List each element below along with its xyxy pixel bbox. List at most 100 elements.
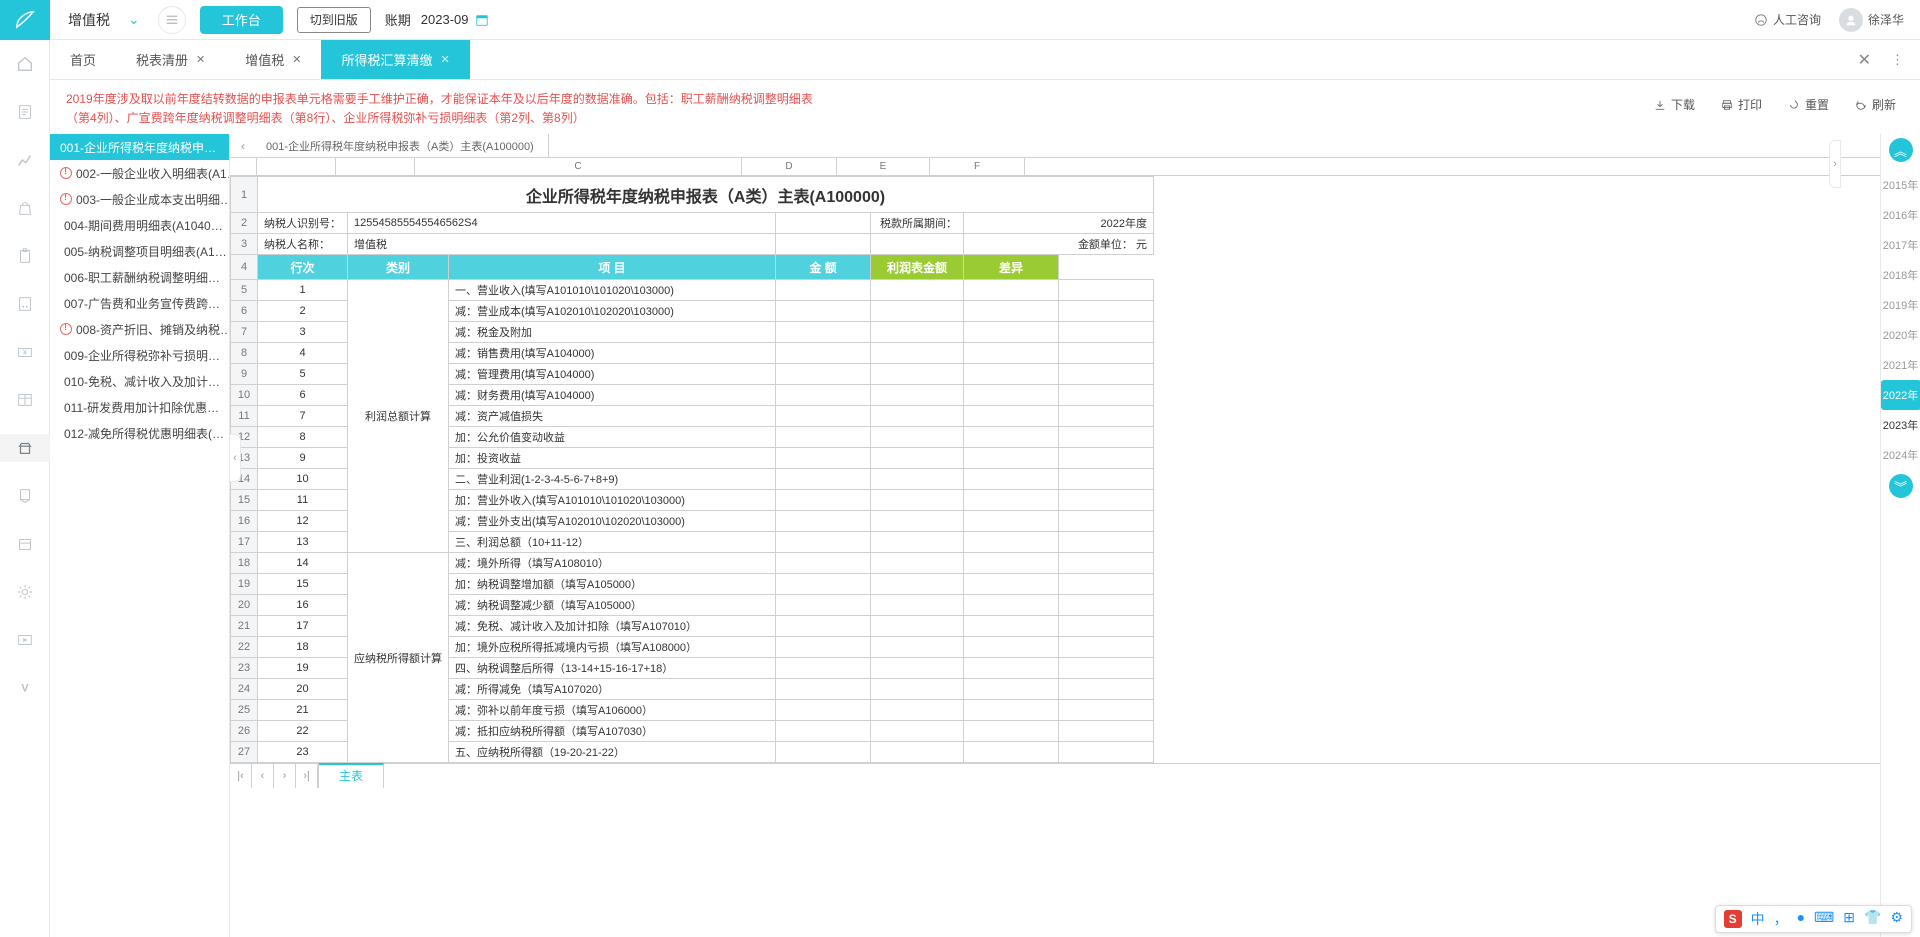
cell[interactable] [1059, 595, 1154, 616]
cell[interactable]: 加：营业外收入(填写A101010\101020\103000) [449, 490, 776, 511]
cell[interactable]: 3 [231, 234, 258, 255]
cell[interactable]: 8 [231, 343, 258, 364]
tab-2[interactable]: 增值税✕ [225, 40, 321, 79]
cell[interactable]: 利润表金额 [871, 255, 964, 280]
cell[interactable]: 10 [258, 469, 348, 490]
cell[interactable]: 减：弥补以前年度亏损（填写A106000） [449, 700, 776, 721]
cell[interactable]: 1 [258, 280, 348, 301]
nav-money-icon[interactable]: ¥ [0, 338, 50, 366]
cell[interactable]: 2 [258, 301, 348, 322]
cell[interactable]: 27 [231, 742, 258, 763]
ime-item[interactable]: ， [1774, 909, 1788, 929]
cell[interactable] [1059, 490, 1154, 511]
cell[interactable] [964, 343, 1059, 364]
cell[interactable] [871, 700, 964, 721]
refresh-button[interactable]: 刷新 [1855, 96, 1896, 113]
cell[interactable] [776, 301, 871, 322]
nav-tax-icon[interactable] [0, 434, 50, 462]
cell[interactable]: 2022年度 [964, 213, 1154, 234]
cell[interactable]: 10 [231, 385, 258, 406]
cell[interactable]: 22 [231, 637, 258, 658]
ime-item[interactable]: ● [1797, 909, 1805, 929]
cell[interactable]: 增值税 [348, 234, 776, 255]
cell[interactable] [776, 469, 871, 490]
close-icon[interactable]: ✕ [441, 53, 450, 66]
year-option[interactable]: 2024年 [1881, 440, 1920, 470]
period-value[interactable]: 2023-09 [421, 12, 469, 27]
year-option[interactable]: 2019年 [1881, 290, 1920, 320]
cell[interactable]: 减：营业外支出(填写A102010\102020\103000) [449, 511, 776, 532]
cell[interactable]: 纳税人识别号： [258, 213, 348, 234]
cell[interactable]: 项 目 [449, 255, 776, 280]
cell[interactable] [871, 427, 964, 448]
nav-clipboard-icon[interactable] [0, 242, 50, 270]
tree-item-0[interactable]: 001-企业所得税年度纳税申… [50, 134, 229, 160]
cell[interactable]: 减：境外所得（填写A108010） [449, 553, 776, 574]
cell[interactable] [1059, 322, 1154, 343]
cell[interactable] [871, 742, 964, 763]
cell[interactable]: 5 [231, 280, 258, 301]
cell[interactable]: 125545855545546562S4 [348, 213, 776, 234]
cell[interactable] [964, 280, 1059, 301]
cell[interactable] [776, 700, 871, 721]
nav-archive-icon[interactable] [0, 530, 50, 558]
cell[interactable] [871, 490, 964, 511]
cell[interactable]: 五、应纳税所得额（19-20-21-22） [449, 742, 776, 763]
nav-calc-icon[interactable] [0, 290, 50, 318]
cell[interactable]: 减：纳税调整减少额（填写A105000） [449, 595, 776, 616]
cell[interactable]: 6 [231, 301, 258, 322]
cell[interactable]: 减：销售费用(填写A104000) [449, 343, 776, 364]
cell[interactable] [964, 700, 1059, 721]
cell[interactable] [776, 427, 871, 448]
year-scroll-down-icon[interactable]: ︾ [1889, 474, 1913, 498]
sheet-name-tab[interactable]: 主表 [319, 763, 384, 788]
cell[interactable]: 11 [231, 406, 258, 427]
cell[interactable]: 4 [258, 343, 348, 364]
cell[interactable] [776, 234, 871, 255]
cell[interactable]: 应纳税所得额计算 [348, 553, 449, 763]
cell[interactable] [964, 427, 1059, 448]
ime-item[interactable]: ⊞ [1843, 909, 1855, 929]
cell[interactable]: 7 [231, 322, 258, 343]
cell[interactable] [964, 637, 1059, 658]
year-option[interactable]: 2016年 [1881, 200, 1920, 230]
cell[interactable] [776, 406, 871, 427]
nav-table-icon[interactable] [0, 386, 50, 414]
cell[interactable] [871, 343, 964, 364]
cell[interactable] [1059, 721, 1154, 742]
cell[interactable]: 23 [231, 658, 258, 679]
cell[interactable]: 25 [231, 700, 258, 721]
cell[interactable]: 三、利润总额（10+11-12） [449, 532, 776, 553]
cell[interactable]: 加：境外应税所得抵减境内亏损（填写A108000） [449, 637, 776, 658]
cell[interactable] [964, 658, 1059, 679]
cell[interactable] [871, 595, 964, 616]
tree-item-2[interactable]: 003-一般企业成本支出明细… [50, 186, 229, 212]
tree-item-9[interactable]: 010-免税、减计收入及加计… [50, 368, 229, 394]
cell[interactable]: 19 [258, 658, 348, 679]
cell[interactable] [776, 616, 871, 637]
sheet-nav-prev[interactable]: ‹ [252, 764, 274, 788]
year-option[interactable]: 2023年 [1881, 410, 1920, 440]
cell[interactable] [776, 553, 871, 574]
cell[interactable]: 14 [258, 553, 348, 574]
ime-item[interactable]: ⌨ [1814, 909, 1834, 929]
cell[interactable] [1059, 679, 1154, 700]
cell[interactable]: 15 [231, 490, 258, 511]
tree-item-4[interactable]: 005-纳税调整项目明细表(A1… [50, 238, 229, 264]
cell[interactable]: 15 [258, 574, 348, 595]
cell[interactable] [871, 385, 964, 406]
cell[interactable] [871, 553, 964, 574]
cell[interactable] [776, 679, 871, 700]
nav-stamp-icon[interactable] [0, 482, 50, 510]
cell[interactable] [776, 637, 871, 658]
cell[interactable] [871, 406, 964, 427]
nav-video-icon[interactable] [0, 626, 50, 654]
cell[interactable]: 2 [231, 213, 258, 234]
cell[interactable] [1059, 427, 1154, 448]
cell[interactable] [964, 490, 1059, 511]
ime-item[interactable]: 👕 [1864, 909, 1881, 929]
calendar-icon[interactable] [475, 13, 489, 27]
cell[interactable]: 16 [258, 595, 348, 616]
cell[interactable]: 7 [258, 406, 348, 427]
cell[interactable] [871, 322, 964, 343]
